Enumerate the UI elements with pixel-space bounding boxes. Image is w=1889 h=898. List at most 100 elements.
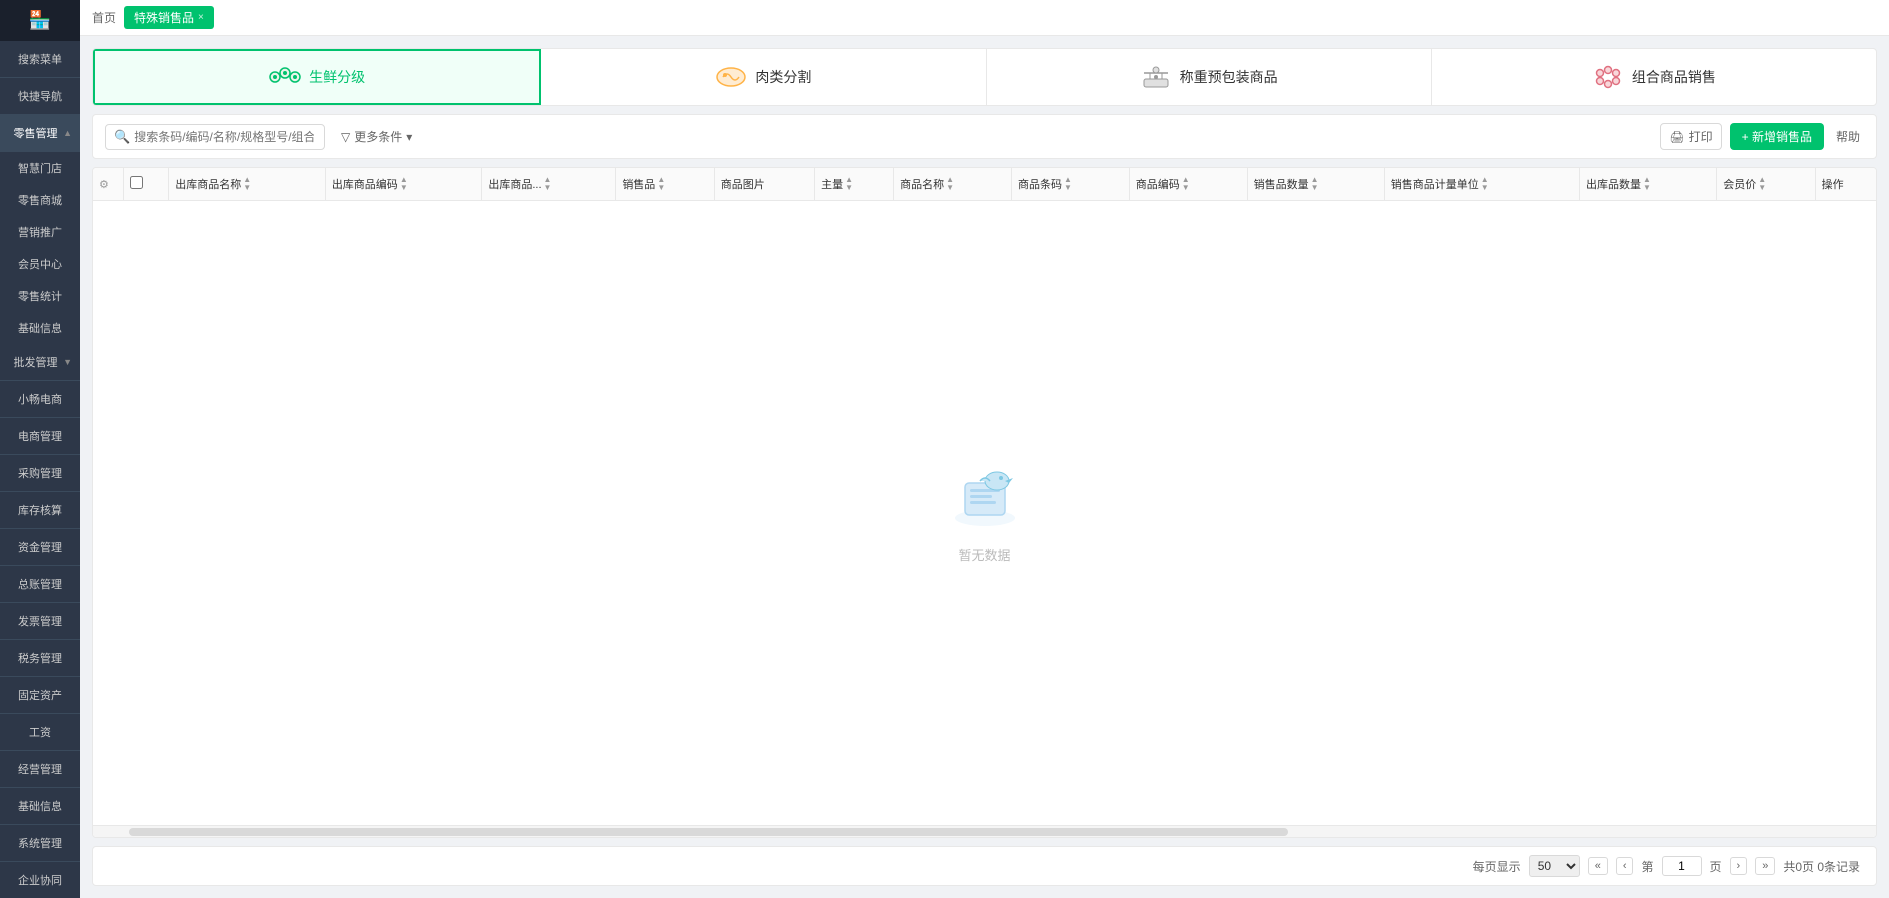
sidebar-item-ecom-mgmt[interactable]: 电商管理	[0, 418, 80, 455]
total-pages-label: 共0页 0条记录	[1783, 858, 1860, 875]
th-product-name[interactable]: 商品名称 ▲▼	[894, 168, 1012, 201]
print-icon: 🖨	[1669, 130, 1684, 144]
sidebar-item-fixed-assets[interactable]: 固定资产	[0, 677, 80, 714]
per-page-label: 每页显示	[1473, 858, 1521, 875]
sort-arrows-sunit: ▲▼	[1481, 176, 1489, 192]
th-sales-product[interactable]: 销售品 ▲▼	[616, 168, 714, 201]
sidebar-item-retail-mall[interactable]: 零售商城	[0, 184, 80, 216]
column-settings-icon[interactable]: ⚙	[99, 179, 109, 191]
topbar-active-tab[interactable]: 特殊销售品 ×	[124, 6, 214, 29]
pagination-bar: 每页显示 10 20 50 100 « ‹ 第 页 › » 共0页 0条记录	[92, 846, 1877, 886]
sidebar-item-member-center[interactable]: 会员中心	[0, 248, 80, 280]
prev-page-button[interactable]: ‹	[1616, 857, 1634, 875]
empty-icon	[945, 463, 1025, 533]
th-out-product-name[interactable]: 出库商品名称 ▲▼	[169, 168, 326, 201]
page-number-input[interactable]	[1662, 856, 1702, 876]
sidebar-item-basic-info-retail[interactable]: 基础信息	[0, 312, 80, 344]
toolbar: 🔍 ▽ 更多条件 ▾ 🖨 打印 + 新增销售品 帮助	[92, 114, 1877, 159]
sort-arrows-out-code: ▲▼	[400, 176, 408, 192]
tab-card-combo-sales[interactable]: 组合商品销售	[1432, 49, 1876, 105]
sidebar-item-retail-mgmt[interactable]: 零售管理 ▲	[0, 115, 80, 152]
tab-card-meat-cut[interactable]: 肉类分割	[541, 49, 986, 105]
search-box[interactable]: 🔍	[105, 124, 325, 150]
tab-card-fresh-grade[interactable]: 生鲜分级	[93, 49, 541, 105]
topbar: 首页 特殊销售品 ×	[80, 0, 1889, 36]
th-product-image: 商品图片	[714, 168, 814, 201]
add-product-button[interactable]: + 新增销售品	[1730, 123, 1824, 150]
sidebar-item-retail-stats[interactable]: 零售统计	[0, 280, 80, 312]
sidebar-item-salary[interactable]: 工资	[0, 714, 80, 751]
sidebar: 🏪 搜索菜单 快捷导航 零售管理 ▲ 智慧门店 零售商城 营销推广 会员中心 零…	[0, 0, 80, 898]
main-content: 首页 特殊销售品 × 生鲜分级	[80, 0, 1889, 898]
th-out-qty[interactable]: 出库品数量 ▲▼	[1580, 168, 1717, 201]
search-input[interactable]	[134, 130, 314, 144]
sort-arrows-oqty: ▲▼	[1643, 176, 1651, 192]
filter-icon: ▽	[341, 130, 350, 144]
sort-arrows-barcode: ▲▼	[1064, 176, 1072, 192]
sort-arrows-pcode: ▲▼	[1182, 176, 1190, 192]
empty-state: 暂无数据	[93, 201, 1876, 825]
empty-state-text: 暂无数据	[958, 545, 1010, 564]
wholesale-mgmt-arrow: ▼	[63, 357, 72, 367]
th-member-price[interactable]: 会员价 ▲▼	[1717, 168, 1815, 201]
sidebar-item-smart-store[interactable]: 智慧门店	[0, 152, 80, 184]
tab-cards-container: 生鲜分级 肉类分割	[92, 48, 1877, 106]
topbar-tab-close[interactable]: ×	[198, 12, 204, 23]
tab-card-weight-prepack[interactable]: 称重预包装商品	[987, 49, 1432, 105]
data-table-container: ⚙ 出库商品名称 ▲▼ 出库	[92, 167, 1877, 838]
sort-arrows-out-name: ▲▼	[243, 176, 251, 192]
th-out-product-code[interactable]: 出库商品编码 ▲▼	[325, 168, 482, 201]
filter-button[interactable]: ▽ 更多条件 ▾	[333, 124, 420, 149]
page-content: 生鲜分级 肉类分割	[80, 36, 1889, 898]
page-label: 第	[1641, 858, 1653, 875]
sidebar-item-wholesale-mgmt[interactable]: 批发管理 ▼	[0, 344, 80, 381]
tab-card-meat-cut-label: 肉类分割	[755, 67, 811, 87]
tab-card-combo-sales-label: 组合商品销售	[1632, 67, 1716, 87]
sidebar-item-search-menu[interactable]: 搜索菜单	[0, 41, 80, 78]
sidebar-item-basic-info[interactable]: 基础信息	[0, 788, 80, 825]
help-button[interactable]: 帮助	[1832, 124, 1864, 149]
th-main-weight[interactable]: 主量 ▲▼	[815, 168, 894, 201]
topbar-home-link[interactable]: 首页	[92, 9, 116, 26]
th-sales-qty[interactable]: 销售品数量 ▲▼	[1247, 168, 1384, 201]
th-out-product-x[interactable]: 出库商品... ▲▼	[482, 168, 616, 201]
sort-arrows-out-x: ▲▼	[544, 176, 552, 192]
last-page-button[interactable]: »	[1755, 857, 1775, 875]
select-all-checkbox[interactable]	[130, 176, 143, 189]
combo-sales-icon	[1592, 65, 1624, 89]
sidebar-item-corp-agreement[interactable]: 企业协同	[0, 862, 80, 898]
th-product-code[interactable]: 商品编码 ▲▼	[1129, 168, 1247, 201]
next-page-button[interactable]: ›	[1730, 857, 1748, 875]
sidebar-item-quick-nav[interactable]: 快捷导航	[0, 78, 80, 115]
th-checkbox[interactable]	[123, 168, 169, 201]
sidebar-item-invoice-mgmt[interactable]: 发票管理	[0, 603, 80, 640]
sidebar-item-tax-mgmt[interactable]: 税务管理	[0, 640, 80, 677]
sidebar-item-mini-ecom[interactable]: 小畅电商	[0, 381, 80, 418]
retail-mgmt-arrow: ▲	[63, 128, 72, 138]
sidebar-item-ops-mgmt[interactable]: 经营管理	[0, 751, 80, 788]
print-button[interactable]: 🖨 打印	[1660, 123, 1721, 150]
sidebar-item-finance[interactable]: 资金管理	[0, 529, 80, 566]
weight-prepack-icon	[1140, 65, 1172, 89]
sidebar-item-ledger[interactable]: 总账管理	[0, 566, 80, 603]
sidebar-item-marketing[interactable]: 营销推广	[0, 216, 80, 248]
horizontal-scrollbar[interactable]	[93, 825, 1876, 837]
sort-arrows-sales: ▲▼	[657, 176, 665, 192]
th-sales-unit[interactable]: 销售商品计量单位 ▲▼	[1384, 168, 1579, 201]
meat-cut-icon	[715, 65, 747, 89]
sidebar-item-system-mgmt[interactable]: 系统管理	[0, 825, 80, 862]
page-suffix: 页	[1710, 858, 1722, 875]
toolbar-right: 🖨 打印 + 新增销售品 帮助	[1660, 123, 1864, 150]
sort-arrows-mprice: ▲▼	[1758, 176, 1766, 192]
toolbar-left: 🔍 ▽ 更多条件 ▾	[105, 124, 420, 150]
tab-card-weight-prepack-label: 称重预包装商品	[1180, 67, 1278, 87]
sidebar-item-purchase-mgmt[interactable]: 采购管理	[0, 455, 80, 492]
search-icon: 🔍	[114, 129, 130, 145]
scrollbar-thumb[interactable]	[129, 828, 1288, 836]
per-page-select[interactable]: 10 20 50 100	[1529, 855, 1580, 877]
sort-arrows-pname: ▲▼	[946, 176, 954, 192]
th-product-barcode[interactable]: 商品条码 ▲▼	[1011, 168, 1129, 201]
th-gear[interactable]: ⚙	[93, 168, 123, 201]
first-page-button[interactable]: «	[1588, 857, 1608, 875]
sidebar-item-inventory[interactable]: 库存核算	[0, 492, 80, 529]
